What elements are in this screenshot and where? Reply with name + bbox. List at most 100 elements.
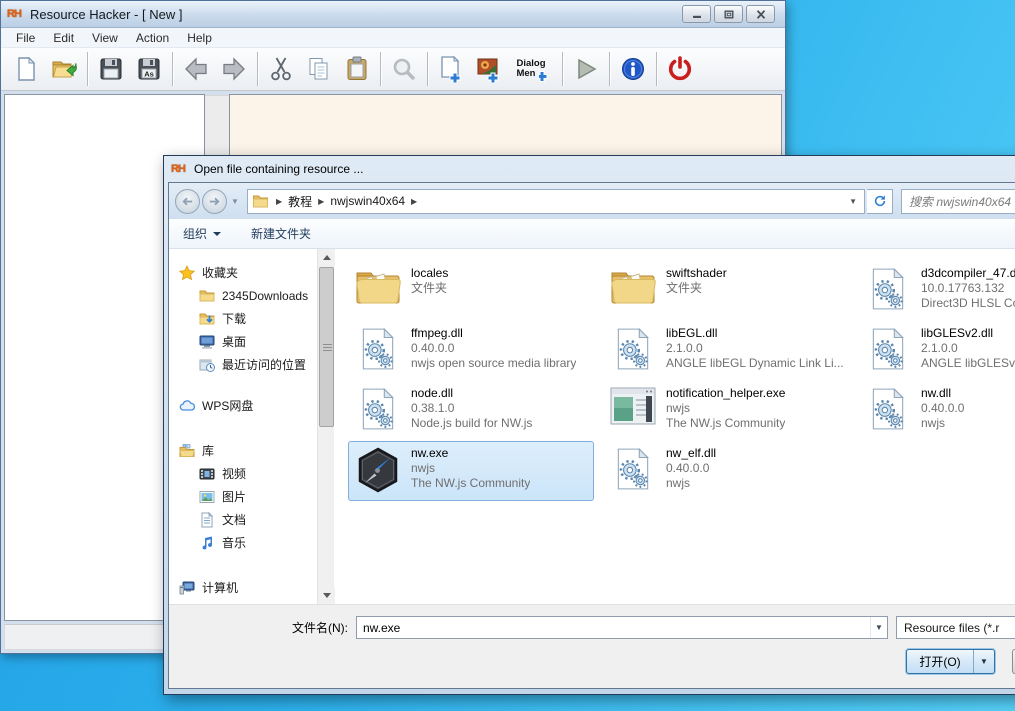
sidebar-item-2[interactable]: 下载 [169,307,317,330]
scroll-down-button[interactable] [318,587,335,604]
file-name: node.dll [411,386,532,401]
sidebar-item-11[interactable]: 计算机 [169,576,317,599]
sidebar-item-label: 音乐 [222,534,246,551]
open-dropdown-icon[interactable]: ▼ [973,650,994,673]
sidebar-item-5[interactable]: WPS网盘 [169,394,317,417]
file-tile-libGLESv2-dll[interactable]: libGLESv2.dll2.1.0.0ANGLE libGLESv2 D [858,321,1015,381]
close-button[interactable] [746,5,775,23]
exit-button[interactable] [661,50,699,88]
paste-button[interactable] [338,50,376,88]
refresh-icon [873,194,887,208]
file-tile-text: libGLESv2.dll2.1.0.0ANGLE libGLESv2 D [921,326,1015,371]
breadcrumb-item-0[interactable]: 教程 [286,191,314,212]
forward-button[interactable] [202,189,227,214]
refresh-button[interactable] [867,189,893,214]
sidebar-item-1[interactable]: 2345Downloads [169,284,317,307]
rh-window-controls [682,5,775,23]
menu-item-edit[interactable]: Edit [44,29,83,47]
restore-icon [724,10,734,19]
run-button[interactable] [567,50,605,88]
open-split-button: 打开(O) ▼ [906,649,995,674]
dialog-footer: 文件名(N): nw.exe ▼ Resource files (*.r 打开(… [169,604,1015,688]
file-name: swiftshader [666,266,727,281]
filetype-select[interactable]: Resource files (*.r [896,616,1015,639]
file-tile-nw-elf-dll[interactable]: nw_elf.dll0.40.0.0nwjs [603,441,849,501]
menu-item-help[interactable]: Help [178,29,221,47]
cut-button[interactable] [262,50,300,88]
sidebar-item-3[interactable]: 桌面 [169,330,317,353]
document-icon [199,512,215,528]
find-button[interactable] [385,50,423,88]
dll-file-icon [864,326,912,371]
file-detail-line: The NW.js Community [411,476,530,491]
file-tile-notification-helper-exe[interactable]: notification_helper.exenwjsThe NW.js Com… [603,381,849,441]
back-button[interactable] [175,189,200,214]
open-file-button[interactable] [45,50,83,88]
sidebar-scrollbar[interactable] [317,249,334,604]
sidebar-item-7[interactable]: 视频 [169,462,317,485]
toolbar-separator [172,52,173,86]
sidebar-item-9[interactable]: 文档 [169,508,317,531]
recent-pages-dropdown[interactable]: ▼ [229,197,241,206]
undo-button[interactable] [177,50,215,88]
restore-button[interactable] [714,5,743,23]
save-button[interactable] [92,50,130,88]
scrollbar-thumb[interactable] [319,267,334,427]
dialog-titlebar[interactable]: RH Open file containing resource ... [168,156,1015,182]
add-resource-button[interactable] [432,50,470,88]
menu-item-file[interactable]: File [7,29,44,47]
sidebar-item-label: 库 [202,442,214,459]
add-image-button[interactable] [470,50,508,88]
file-tile-node-dll[interactable]: node.dll0.38.1.0Node.js build for NW.js [348,381,594,441]
file-tile-libEGL-dll[interactable]: libEGL.dll2.1.0.0ANGLE libEGL Dynamic Li… [603,321,849,381]
organize-button[interactable]: 组织 [183,225,221,242]
file-tile-d3dcompiler-47-dll[interactable]: d3dcompiler_47.dll10.0.17763.132Direct3D… [858,261,1015,321]
copy-button[interactable] [300,50,338,88]
file-name: d3dcompiler_47.dll [921,266,1015,281]
info-button[interactable] [614,50,652,88]
menu-item-action[interactable]: Action [127,29,178,47]
file-detail-line: 文件夹 [666,281,727,296]
address-dropdown-icon[interactable]: ▼ [844,197,862,206]
toolbar-separator [609,52,610,86]
file-tile-ffmpeg-dll[interactable]: ffmpeg.dll0.40.0.0nwjs open source media… [348,321,594,381]
file-tile-nw-dll[interactable]: nw.dll0.40.0.0nwjs [858,381,1015,441]
open-file-icon [50,55,78,83]
redo-button[interactable] [215,50,253,88]
copy-icon [305,55,333,83]
sidebar-item-6[interactable]: 库 [169,439,317,462]
search-input[interactable]: 搜索 nwjswin40x64 [901,189,1015,214]
new-folder-button[interactable]: 新建文件夹 [251,225,311,242]
filename-input[interactable]: nw.exe ▼ [356,616,888,639]
dialog-title: Open file containing resource ... [194,162,363,176]
minimize-button[interactable] [682,5,711,23]
star-icon [179,265,195,281]
scroll-up-button[interactable] [318,249,335,266]
breadcrumb[interactable]: ▶教程▶nwjswin40x64▶ ▼ [247,189,865,214]
file-detail-line: 文件夹 [411,281,448,296]
file-detail-line: ANGLE libGLESv2 D [921,356,1015,371]
open-button[interactable]: 打开(O) [907,650,973,673]
paste-icon [343,55,371,83]
file-detail-line: 10.0.17763.132 [921,281,1015,296]
sidebar-item-label: 2345Downloads [222,289,308,303]
file-tile-nw-exe[interactable]: nw.exenwjsThe NW.js Community [348,441,594,501]
add-resource-icon [437,55,465,83]
add-dialog-menu-button[interactable]: DialogMen [508,50,558,88]
toolbar-separator [656,52,657,86]
sidebar-item-0[interactable]: 收藏夹 [169,261,317,284]
save-as-button[interactable]: As [130,50,168,88]
menu-item-view[interactable]: View [83,29,127,47]
filename-dropdown-icon[interactable]: ▼ [870,617,887,638]
file-tile-swiftshader[interactable]: swiftshader文件夹 [603,261,849,321]
breadcrumb-item-1[interactable]: nwjswin40x64 [328,192,407,210]
sidebar-item-8[interactable]: 图片 [169,485,317,508]
file-tile-locales[interactable]: locales文件夹 [348,261,594,321]
file-tile-text: swiftshader文件夹 [666,266,727,296]
file-tile-text: node.dll0.38.1.0Node.js build for NW.js [411,386,532,431]
file-detail-line: nwjs open source media library [411,356,576,371]
sidebar-item-4[interactable]: 最近访问的位置 [169,353,317,376]
sidebar-item-10[interactable]: 音乐 [169,531,317,554]
new-file-button[interactable] [7,50,45,88]
rh-titlebar[interactable]: RH Resource Hacker - [ New ] [1,1,785,28]
